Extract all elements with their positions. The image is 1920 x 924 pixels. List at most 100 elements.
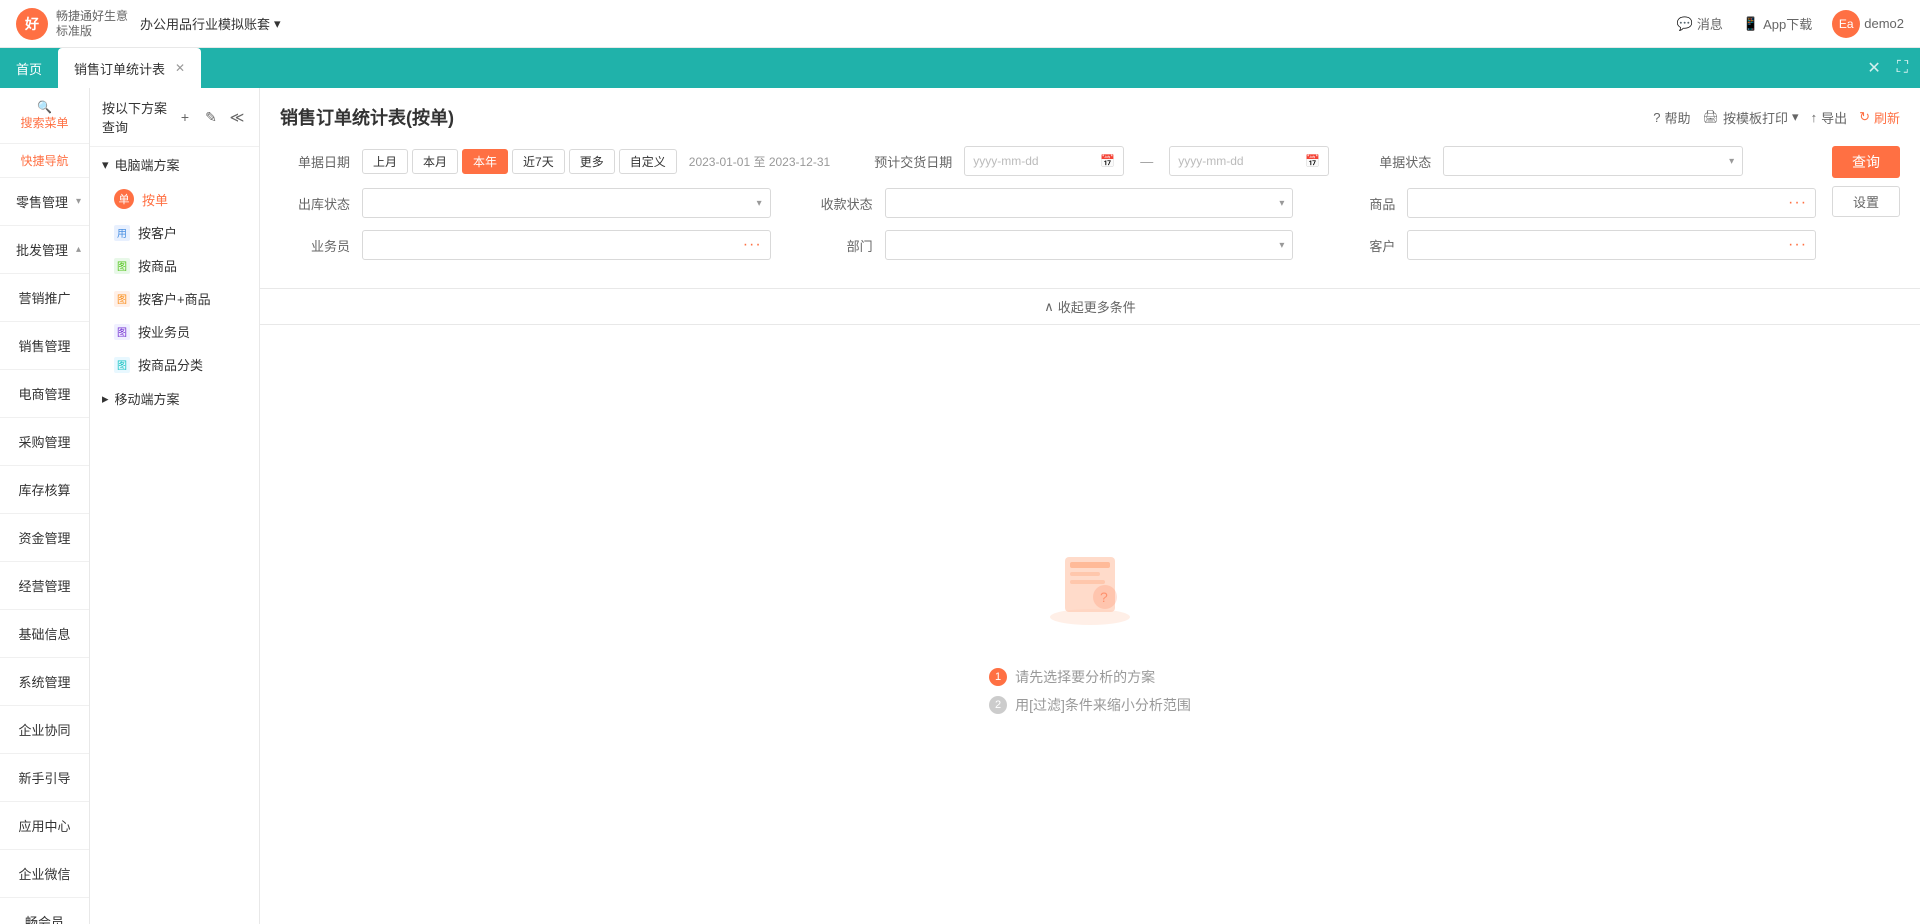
sidebar-item-inventory[interactable]: 库存核算 [0, 466, 89, 514]
last-month-btn[interactable]: 上月 [362, 149, 408, 174]
scheme-category-icon: 图 [114, 357, 130, 373]
sidebar-item-guide[interactable]: 新手引导 [0, 754, 89, 802]
print-icon: 🖨 [1703, 109, 1720, 125]
calendar-icon: 📅 [1100, 154, 1115, 168]
empty-tip-2: 2 用[过滤]条件来缩小分析范围 [989, 695, 1191, 715]
print-btn[interactable]: 🖨 按模板打印 ▾ [1703, 108, 1799, 127]
tab-close-icon[interactable]: ✕ [175, 61, 185, 75]
left-panel: 按以下方案查询 + ✎ ≪ ▾ 电脑端方案 单 按单 用 按客 [90, 88, 260, 924]
tab-home[interactable]: 首页 [0, 48, 58, 88]
sidebar-item-finance[interactable]: 资金管理 [0, 514, 89, 562]
page-title: 销售订单统计表(按单) [280, 104, 454, 130]
last-7-days-btn[interactable]: 近7天 [512, 149, 565, 174]
sidebar-item-member[interactable]: 畅会员 [0, 898, 89, 924]
desktop-scheme-section: ▾ 电脑端方案 单 按单 用 按客户 图 按商品 图 按客户+商品 [90, 147, 259, 381]
tab-minimize-icon[interactable]: ✕ [1863, 54, 1884, 82]
svg-text:?: ? [1100, 589, 1108, 605]
sidebar-item-enterprise[interactable]: 企业协同 [0, 706, 89, 754]
mobile-expand-icon: ▸ [102, 391, 109, 407]
customer-select[interactable]: ··· [1407, 230, 1816, 260]
sidebar-item-operation[interactable]: 经营管理 [0, 562, 89, 610]
sidebar-item-basic[interactable]: 基础信息 [0, 610, 89, 658]
this-year-btn[interactable]: 本年 [462, 149, 508, 174]
dept-select[interactable]: ▾ [885, 230, 1294, 260]
scheme-sales-icon: 图 [114, 324, 130, 340]
collapse-icon: ∧ [1044, 299, 1054, 315]
wholesale-arrow-icon: ▴ [76, 244, 81, 255]
goods-label: 商品 [1325, 194, 1395, 213]
sidebar-item-wholesale[interactable]: 批发管理 ▴ [0, 226, 89, 274]
scheme-order-icon: 单 [114, 189, 134, 209]
sidebar-item-purchase[interactable]: 采购管理 [0, 418, 89, 466]
refresh-btn[interactable]: ↻ 刷新 [1859, 108, 1900, 127]
content-area: 按以下方案查询 + ✎ ≪ ▾ 电脑端方案 单 按单 用 按客 [90, 88, 1920, 924]
left-panel-header: 按以下方案查询 + ✎ ≪ [90, 88, 259, 147]
ship-select[interactable]: ▾ [362, 188, 771, 218]
custom-date-btn[interactable]: 自定义 [619, 149, 677, 174]
scheme-item-goods[interactable]: 图 按商品 [90, 249, 259, 282]
sales-more-icon[interactable]: ··· [743, 236, 762, 254]
sidebar-item-marketing[interactable]: 营销推广 [0, 274, 89, 322]
print-arrow-icon: ▾ [1792, 109, 1799, 125]
status-arrow-icon: ▾ [1729, 156, 1734, 167]
expected-date-start[interactable]: yyyy-mm-dd 📅 [964, 146, 1124, 176]
sidebar-item-wechat[interactable]: 企业微信 [0, 850, 89, 898]
user-avatar[interactable]: Ea demo2 [1832, 10, 1904, 38]
message-btn[interactable]: 💬 消息 [1677, 14, 1723, 33]
tip-num-1: 1 [989, 668, 1007, 686]
desktop-expand-icon: ▾ [102, 157, 109, 173]
ship-arrow-icon: ▾ [757, 198, 762, 209]
scheme-item-order[interactable]: 单 按单 [90, 182, 259, 216]
sidebar-item-system[interactable]: 系统管理 [0, 658, 89, 706]
app-selector[interactable]: 办公用品行业模拟账套 ▾ [140, 14, 281, 33]
filter-area: 销售订单统计表(按单) ? 帮助 🖨 按模板打印 ▾ ↑ [260, 88, 1920, 289]
set-btn[interactable]: 设置 [1832, 186, 1900, 217]
scheme-goods-icon: 图 [114, 258, 130, 274]
export-btn[interactable]: ↑ 导出 [1811, 108, 1848, 127]
collapse-panel-btn[interactable]: ≪ [227, 107, 247, 127]
export-icon: ↑ [1811, 110, 1818, 125]
tab-maximize-icon[interactable]: ⛶ [1893, 55, 1912, 81]
scheme-cg-icon: 图 [114, 291, 130, 307]
logo-area: 好 畅捷通好生意 标准版 [16, 8, 128, 40]
empty-state: ? 1 请先选择要分析的方案 2 用[过滤]条件来缩小分析范围 [260, 325, 1920, 924]
logo-text: 畅捷通好生意 标准版 [56, 9, 128, 38]
query-btn[interactable]: 查询 [1832, 146, 1900, 178]
sales-select[interactable]: ··· [362, 230, 771, 260]
expected-date-label: 预计交货日期 [862, 152, 952, 171]
this-month-btn[interactable]: 本月 [412, 149, 458, 174]
dept-label: 部门 [803, 236, 873, 255]
sidebar-quick-nav[interactable]: 快捷导航 [0, 144, 89, 178]
edit-scheme-btn[interactable]: ✎ [201, 107, 221, 127]
scheme-item-category[interactable]: 图 按商品分类 [90, 348, 259, 381]
expected-date-end[interactable]: yyyy-mm-dd 📅 [1169, 146, 1329, 176]
scheme-item-customer-goods[interactable]: 图 按客户+商品 [90, 282, 259, 315]
sidebar-search[interactable]: 🔍 搜索菜单 [0, 88, 89, 144]
more-date-btn[interactable]: 更多 [569, 149, 615, 174]
empty-tip-1: 1 请先选择要分析的方案 [989, 667, 1191, 687]
add-scheme-btn[interactable]: + [175, 107, 195, 127]
tab-sales-stats[interactable]: 销售订单统计表 ✕ [58, 48, 201, 88]
download-icon: 📱 [1743, 16, 1759, 32]
mobile-section-header[interactable]: ▸ 移动端方案 [90, 381, 259, 416]
help-btn[interactable]: ? 帮助 [1653, 108, 1690, 127]
sidebar-item-appcenter[interactable]: 应用中心 [0, 802, 89, 850]
status-select[interactable]: ▾ [1443, 146, 1743, 176]
calendar-end-icon: 📅 [1305, 154, 1320, 168]
filter-row-1: 单据日期 上月 本月 本年 近7天 更多 自定义 2023-01-01 至 20… [280, 146, 1816, 176]
app-download-btn[interactable]: 📱 App下载 [1743, 14, 1812, 33]
goods-select[interactable]: ··· [1407, 188, 1816, 218]
message-icon: 💬 [1677, 16, 1693, 32]
sidebar-item-ecommerce[interactable]: 电商管理 [0, 370, 89, 418]
logo-icon: 好 [16, 8, 48, 40]
goods-more-icon[interactable]: ··· [1788, 194, 1807, 212]
collapse-btn[interactable]: ∧ 收起更多条件 [1044, 297, 1136, 316]
receipt-label: 收款状态 [803, 194, 873, 213]
sidebar-item-retail[interactable]: 零售管理 ▾ [0, 178, 89, 226]
customer-more-icon[interactable]: ··· [1788, 236, 1807, 254]
scheme-item-salesman[interactable]: 图 按业务员 [90, 315, 259, 348]
receipt-select[interactable]: ▾ [885, 188, 1294, 218]
scheme-item-customer[interactable]: 用 按客户 [90, 216, 259, 249]
sidebar-item-sales[interactable]: 销售管理 [0, 322, 89, 370]
desktop-section-header[interactable]: ▾ 电脑端方案 [90, 147, 259, 182]
